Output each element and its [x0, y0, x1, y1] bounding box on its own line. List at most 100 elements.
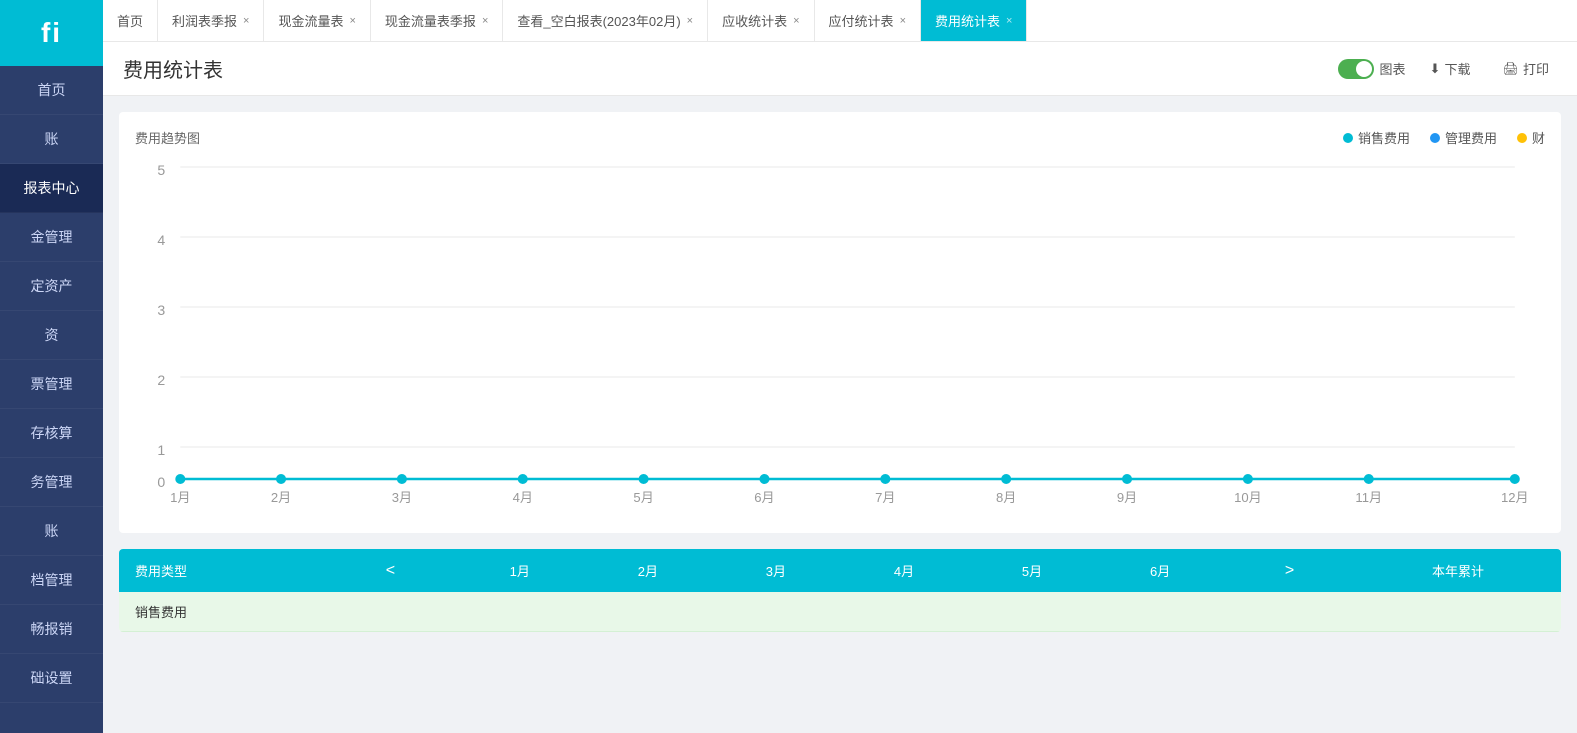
sidebar-item-account[interactable]: 账	[0, 115, 103, 164]
svg-text:11月: 11月	[1355, 490, 1382, 505]
col-jun: 6月	[1096, 549, 1224, 592]
sidebar-item-invoice[interactable]: 票管理	[0, 360, 103, 409]
chart-header: 费用趋势图 销售费用 管理费用 财	[135, 128, 1545, 147]
svg-text:10月: 10月	[1234, 490, 1262, 505]
chart-section: 费用趋势图 销售费用 管理费用 财	[119, 112, 1561, 533]
close-tab-blank[interactable]: ×	[687, 15, 693, 27]
col-nav-next[interactable]: >	[1224, 549, 1355, 592]
chart-svg: 5 4 3 2 1 0	[135, 157, 1545, 517]
sidebar-item-inventory[interactable]: 存核算	[0, 409, 103, 458]
svg-text:1: 1	[157, 442, 165, 458]
col-nav-prev[interactable]: <	[325, 549, 456, 592]
cell-total	[1355, 592, 1561, 632]
svg-text:1月: 1月	[170, 490, 190, 505]
col-feb: 2月	[584, 549, 712, 592]
tab-cashflow-q[interactable]: 现金流量表季报 ×	[371, 0, 503, 41]
table-row: 销售费用	[119, 592, 1561, 632]
svg-text:7月: 7月	[875, 490, 895, 505]
page-title: 费用统计表	[123, 54, 223, 83]
cell-mar	[712, 592, 840, 632]
legend-dot-finance	[1517, 133, 1527, 143]
cell-feb	[584, 592, 712, 632]
sidebar-item-finance[interactable]: 金管理	[0, 213, 103, 262]
col-jan: 1月	[456, 549, 584, 592]
main-area: 首页 利润表季报 × 现金流量表 × 现金流量表季报 × 查看_空白报表(202…	[103, 0, 1577, 733]
chart-toggle[interactable]	[1338, 59, 1374, 79]
close-tab-cashflow-q[interactable]: ×	[482, 15, 488, 27]
svg-text:5: 5	[157, 162, 165, 178]
legend-sales: 销售费用	[1343, 128, 1410, 147]
page-header: 费用统计表 图表 ⬇ 下载 🖨 打印	[103, 42, 1577, 96]
sidebar-item-reports[interactable]: 报表中心	[0, 164, 103, 213]
download-button[interactable]: ⬇ 下载	[1422, 55, 1479, 82]
sidebar-item-settings[interactable]: 础设置	[0, 654, 103, 703]
sidebar-item-expense[interactable]: 畅报销	[0, 605, 103, 654]
cell-placeholder2	[1224, 592, 1355, 632]
svg-text:3月: 3月	[392, 490, 412, 505]
sidebar-item-account2[interactable]: 账	[0, 507, 103, 556]
sidebar-item-assets[interactable]: 定资产	[0, 262, 103, 311]
sidebar-item-files[interactable]: 档管理	[0, 556, 103, 605]
svg-text:4月: 4月	[513, 490, 533, 505]
col-mar: 3月	[712, 549, 840, 592]
data-table: 费用类型 < 1月 2月 3月 4月 5月 6月 > 本年累计	[119, 549, 1561, 632]
tab-cashflow[interactable]: 现金流量表 ×	[264, 0, 370, 41]
svg-text:5月: 5月	[633, 490, 653, 505]
legend-label-sales: 销售费用	[1358, 128, 1410, 147]
svg-text:2月: 2月	[271, 490, 291, 505]
svg-text:6月: 6月	[754, 490, 774, 505]
cell-type: 销售费用	[119, 592, 325, 632]
close-tab-expense[interactable]: ×	[1006, 15, 1012, 27]
tab-home[interactable]: 首页	[103, 0, 158, 41]
col-apr: 4月	[840, 549, 968, 592]
legend-admin: 管理费用	[1430, 128, 1497, 147]
svg-text:9月: 9月	[1117, 490, 1137, 505]
close-tab-receivable[interactable]: ×	[793, 15, 799, 27]
tab-blank[interactable]: 查看_空白报表(2023年02月) ×	[503, 0, 708, 41]
tab-profit[interactable]: 利润表季报 ×	[158, 0, 264, 41]
col-type: 费用类型	[119, 549, 325, 592]
svg-text:12月: 12月	[1501, 490, 1529, 505]
legend-finance: 财	[1517, 128, 1545, 147]
sidebar-logo: fi	[0, 0, 103, 66]
chart-title: 费用趋势图	[135, 128, 200, 147]
svg-text:0: 0	[157, 474, 165, 490]
close-tab-cashflow[interactable]: ×	[349, 15, 355, 27]
cell-apr	[840, 592, 968, 632]
chart-legend: 销售费用 管理费用 财	[1343, 128, 1545, 147]
sidebar-item-home[interactable]: 首页	[0, 66, 103, 115]
chart-toggle-wrap: 图表	[1338, 59, 1406, 79]
svg-text:4: 4	[157, 232, 165, 248]
sidebar-item-service[interactable]: 务管理	[0, 458, 103, 507]
chart-toggle-label: 图表	[1380, 59, 1406, 78]
data-table-section: 费用类型 < 1月 2月 3月 4月 5月 6月 > 本年累计	[119, 549, 1561, 632]
download-label: 下载	[1444, 59, 1470, 78]
cell-may	[968, 592, 1096, 632]
svg-text:2: 2	[157, 372, 165, 388]
cell-jun	[1096, 592, 1224, 632]
legend-dot-admin	[1430, 133, 1440, 143]
col-may: 5月	[968, 549, 1096, 592]
legend-label-finance: 财	[1532, 128, 1545, 147]
sidebar: fi 首页 账 报表中心 金管理 定资产 资 票管理 存核算 务管理 账 档管理…	[0, 0, 103, 733]
legend-dot-sales	[1343, 133, 1353, 143]
close-tab-payable[interactable]: ×	[900, 15, 906, 27]
prev-arrow[interactable]: <	[380, 562, 401, 579]
print-icon: 🖨	[1502, 61, 1519, 77]
chart-container: 5 4 3 2 1 0	[135, 157, 1545, 517]
sidebar-item-resource[interactable]: 资	[0, 311, 103, 360]
table-header-row: 费用类型 < 1月 2月 3月 4月 5月 6月 > 本年累计	[119, 549, 1561, 592]
svg-text:8月: 8月	[996, 490, 1016, 505]
tab-expense[interactable]: 费用统计表 ×	[921, 0, 1027, 41]
tab-payable[interactable]: 应付统计表 ×	[815, 0, 921, 41]
header-actions: 图表 ⬇ 下载 🖨 打印	[1338, 55, 1557, 82]
svg-text:3: 3	[157, 302, 165, 318]
col-total: 本年累计	[1355, 549, 1561, 592]
close-tab-profit[interactable]: ×	[243, 15, 249, 27]
content-area: 费用趋势图 销售费用 管理费用 财	[103, 96, 1577, 733]
legend-label-admin: 管理费用	[1445, 128, 1497, 147]
tab-receivable[interactable]: 应收统计表 ×	[708, 0, 814, 41]
tab-bar: 首页 利润表季报 × 现金流量表 × 现金流量表季报 × 查看_空白报表(202…	[103, 0, 1577, 42]
next-arrow[interactable]: >	[1279, 562, 1300, 579]
print-button[interactable]: 🖨 打印	[1494, 55, 1557, 82]
